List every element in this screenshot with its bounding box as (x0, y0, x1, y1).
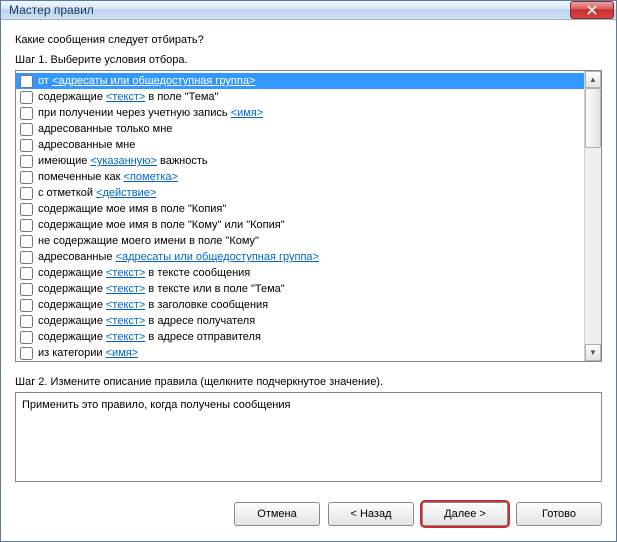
description-text: Применить это правило, когда получены со… (22, 399, 291, 411)
scroll-track[interactable] (585, 88, 601, 344)
condition-row[interactable]: содержащие <текст> в тексте или в поле "… (16, 281, 584, 297)
condition-text: содержащие <текст> в поле "Тема" (38, 91, 218, 103)
finish-button[interactable]: Готово (516, 502, 602, 526)
step2-label: Шаг 2. Измените описание правила (щелкни… (15, 376, 602, 388)
titlebar: Мастер правил (1, 1, 616, 20)
condition-text: с отметкой <действие> (38, 187, 156, 199)
close-button[interactable] (570, 1, 614, 19)
condition-link[interactable]: <текст> (106, 91, 145, 103)
description-box[interactable]: Применить это правило, когда получены со… (15, 392, 602, 482)
condition-link[interactable]: <имя> (231, 107, 264, 119)
condition-text: не содержащие моего имени в поле "Кому" (38, 235, 259, 247)
content-area: Какие сообщения следует отбирать? Шаг 1.… (1, 20, 616, 492)
step1-label: Шаг 1. Выберите условия отбора. (15, 54, 602, 66)
condition-row[interactable]: не содержащие моего имени в поле "Кому" (16, 233, 584, 249)
rules-wizard-window: Мастер правил Какие сообщения следует от… (0, 0, 617, 542)
scrollbar: ▲ ▼ (584, 71, 601, 361)
condition-row[interactable]: имеющие <указанную> важность (16, 153, 584, 169)
condition-link[interactable]: <текст> (106, 331, 145, 343)
condition-checkbox[interactable] (20, 91, 33, 104)
condition-row[interactable]: из категории <имя> (16, 345, 584, 361)
condition-row[interactable]: содержащие <текст> в адресе отправителя (16, 329, 584, 345)
condition-checkbox[interactable] (20, 171, 33, 184)
step2-section: Шаг 2. Измените описание правила (щелкни… (15, 376, 602, 482)
condition-text: при получении через учетную запись <имя> (38, 107, 263, 119)
condition-link[interactable]: <адресаты или общедоступная группа> (52, 75, 255, 87)
condition-text: содержащие <текст> в заголовке сообщения (38, 299, 268, 311)
condition-checkbox[interactable] (20, 315, 33, 328)
condition-text: содержащие <текст> в адресе отправителя (38, 331, 261, 343)
condition-text: из категории <имя> (38, 347, 138, 359)
condition-row[interactable]: содержащие <текст> в заголовке сообщения (16, 297, 584, 313)
condition-row[interactable]: содержащие <текст> в адресе получателя (16, 313, 584, 329)
window-title: Мастер правил (9, 3, 570, 17)
condition-text: адресованные <адресаты или общедоступная… (38, 251, 319, 263)
condition-row[interactable]: содержащие мое имя в поле "Копия" (16, 201, 584, 217)
condition-checkbox[interactable] (20, 299, 33, 312)
scroll-thumb[interactable] (585, 88, 601, 148)
condition-checkbox[interactable] (20, 139, 33, 152)
condition-checkbox[interactable] (20, 347, 33, 360)
condition-row[interactable]: при получении через учетную запись <имя> (16, 105, 584, 121)
condition-text: содержащие мое имя в поле "Копия" (38, 203, 226, 215)
scroll-down-button[interactable]: ▼ (585, 344, 601, 361)
condition-checkbox[interactable] (20, 187, 33, 200)
next-button[interactable]: Далее > (422, 502, 508, 526)
condition-link[interactable]: <текст> (106, 283, 145, 295)
condition-row[interactable]: помеченные как <пометка> (16, 169, 584, 185)
condition-link[interactable]: <действие> (96, 187, 156, 199)
cancel-button[interactable]: Отмена (234, 502, 320, 526)
question-text: Какие сообщения следует отбирать? (15, 34, 602, 46)
condition-checkbox[interactable] (20, 107, 33, 120)
button-bar: Отмена < Назад Далее > Готово (1, 492, 616, 542)
condition-link[interactable]: <имя> (106, 347, 139, 359)
condition-text: от <адресаты или общедоступная группа> (38, 75, 255, 87)
condition-checkbox[interactable] (20, 203, 33, 216)
condition-row[interactable]: от <адресаты или общедоступная группа> (16, 73, 584, 89)
condition-link[interactable]: <адресаты или общедоступная группа> (116, 251, 319, 263)
condition-text: имеющие <указанную> важность (38, 155, 208, 167)
scroll-up-button[interactable]: ▲ (585, 71, 601, 88)
condition-text: содержащие <текст> в тексте сообщения (38, 267, 250, 279)
condition-link[interactable]: <текст> (106, 299, 145, 311)
condition-checkbox[interactable] (20, 235, 33, 248)
condition-row[interactable]: содержащие <текст> в тексте сообщения (16, 265, 584, 281)
condition-checkbox[interactable] (20, 123, 33, 136)
condition-link[interactable]: <указанную> (90, 155, 156, 167)
condition-checkbox[interactable] (20, 155, 33, 168)
condition-checkbox[interactable] (20, 331, 33, 344)
condition-text: адресованные мне (38, 139, 135, 151)
condition-checkbox[interactable] (20, 251, 33, 264)
condition-text: адресованные только мне (38, 123, 172, 135)
condition-row[interactable]: адресованные мне (16, 137, 584, 153)
condition-text: помеченные как <пометка> (38, 171, 178, 183)
condition-row[interactable]: адресованные только мне (16, 121, 584, 137)
condition-row[interactable]: содержащие <текст> в поле "Тема" (16, 89, 584, 105)
conditions-list[interactable]: от <адресаты или общедоступная группа> со… (16, 71, 584, 361)
condition-text: содержащие мое имя в поле "Кому" или "Ко… (38, 219, 285, 231)
condition-row[interactable]: содержащие мое имя в поле "Кому" или "Ко… (16, 217, 584, 233)
condition-text: содержащие <текст> в адресе получателя (38, 315, 255, 327)
condition-link[interactable]: <пометка> (124, 171, 178, 183)
condition-checkbox[interactable] (20, 267, 33, 280)
condition-row[interactable]: адресованные <адресаты или общедоступная… (16, 249, 584, 265)
condition-checkbox[interactable] (20, 283, 33, 296)
condition-checkbox[interactable] (20, 75, 33, 88)
condition-row[interactable]: с отметкой <действие> (16, 185, 584, 201)
condition-checkbox[interactable] (20, 219, 33, 232)
close-icon (587, 5, 597, 15)
back-button[interactable]: < Назад (328, 502, 414, 526)
condition-link[interactable]: <текст> (106, 267, 145, 279)
condition-text: содержащие <текст> в тексте или в поле "… (38, 283, 285, 295)
conditions-listbox: от <адресаты или общедоступная группа> со… (15, 70, 602, 362)
condition-link[interactable]: <текст> (106, 315, 145, 327)
